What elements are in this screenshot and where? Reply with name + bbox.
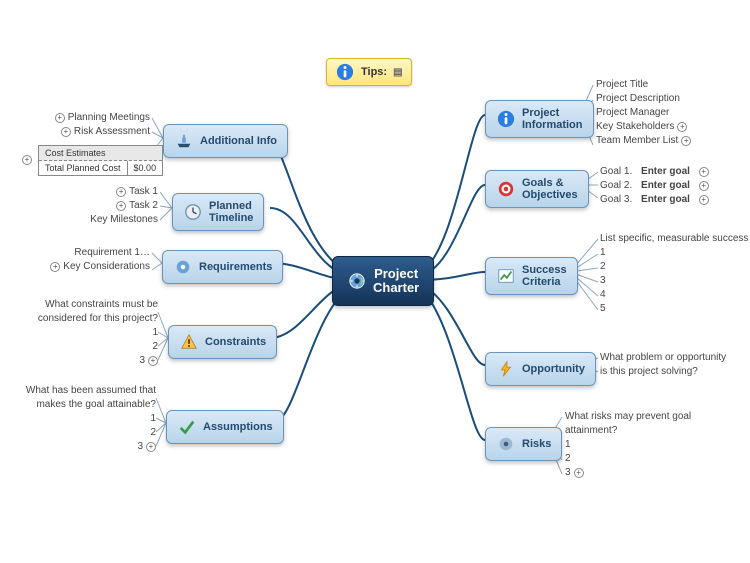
expand-icon[interactable]: +	[148, 356, 158, 366]
detail-project-information: Project Title Project Description Projec…	[596, 78, 691, 148]
bolt-icon	[496, 359, 516, 379]
node-label: Opportunity	[522, 363, 585, 375]
target-icon	[496, 179, 516, 199]
expand-icon[interactable]: +	[22, 155, 32, 165]
detail-risks: What risks may prevent goal attainment? …	[565, 410, 691, 480]
expand-icon[interactable]: +	[681, 136, 691, 146]
info-icon	[335, 62, 355, 82]
cost-estimates-table: Cost Estimates Total Planned Cost $0.00	[38, 145, 163, 176]
node-planned-timeline[interactable]: Planned Timeline	[172, 193, 264, 231]
node-project-information[interactable]: Project Information	[485, 100, 594, 138]
detail-assumptions: What has been assumed that makes the goa…	[10, 384, 156, 454]
expand-icon[interactable]: +	[574, 468, 584, 478]
node-additional-info[interactable]: Additional Info	[163, 124, 288, 158]
warning-icon	[179, 332, 199, 352]
node-label: Project Information	[522, 107, 583, 131]
info-icon	[496, 109, 516, 129]
detail-constraints: What constraints must be considered for …	[18, 298, 158, 368]
check-icon	[177, 417, 197, 437]
expand-icon[interactable]: +	[677, 122, 687, 132]
expand-icon[interactable]: +	[55, 113, 65, 123]
gear-icon	[347, 271, 367, 291]
expand-icon[interactable]: +	[116, 187, 126, 197]
node-opportunity[interactable]: Opportunity	[485, 352, 596, 386]
clock-icon	[183, 202, 203, 222]
detail-requirements: Requirement 1… +Key Considerations	[50, 246, 150, 274]
tips-callout[interactable]: Tips: ▤	[326, 58, 412, 86]
center-label: Project Charter	[373, 267, 419, 295]
detail-timeline: +Task 1 +Task 2 Key Milestones	[80, 185, 158, 227]
tips-label: Tips:	[361, 66, 387, 78]
detail-additional: +Planning Meetings +Risk Assessment	[48, 111, 150, 139]
cost-row-label: Total Planned Cost	[39, 161, 128, 175]
node-label: Additional Info	[200, 135, 277, 147]
expand-icon[interactable]: +	[50, 262, 60, 272]
chart-icon	[496, 266, 516, 286]
tips-extra-icon: ▤	[393, 67, 402, 78]
expand-icon[interactable]: +	[116, 201, 126, 211]
cost-row-value: $0.00	[128, 161, 163, 175]
expand-icon[interactable]: +	[61, 127, 71, 137]
expand-icon[interactable]: +	[699, 181, 709, 191]
node-label: Planned Timeline	[209, 200, 253, 224]
node-label: Requirements	[199, 261, 272, 273]
center-node-project-charter[interactable]: Project Charter	[332, 256, 434, 306]
detail-success: List specific, measurable success criter…	[600, 232, 750, 316]
expand-icon[interactable]: +	[146, 442, 156, 452]
node-label: Constraints	[205, 336, 266, 348]
node-goals-objectives[interactable]: Goals & Objectives	[485, 170, 589, 208]
risk-gear-icon	[496, 434, 516, 454]
expand-icon[interactable]: +	[699, 167, 709, 177]
detail-goals: Goal 1. Enter goal + Goal 2. Enter goal …	[600, 165, 709, 207]
node-label: Risks	[522, 438, 551, 450]
node-label: Assumptions	[203, 421, 273, 433]
expand-icon[interactable]: +	[699, 195, 709, 205]
node-label: Success Criteria	[522, 264, 567, 288]
node-requirements[interactable]: Requirements	[162, 250, 283, 284]
ship-icon	[174, 131, 194, 151]
cost-header: Cost Estimates	[39, 146, 162, 161]
node-success-criteria[interactable]: Success Criteria	[485, 257, 578, 295]
detail-opportunity: What problem or opportunity is this proj…	[600, 351, 726, 379]
node-assumptions[interactable]: Assumptions	[166, 410, 284, 444]
node-constraints[interactable]: Constraints	[168, 325, 277, 359]
node-risks[interactable]: Risks	[485, 427, 562, 461]
gear-small-icon	[173, 257, 193, 277]
node-label: Goals & Objectives	[522, 177, 578, 201]
